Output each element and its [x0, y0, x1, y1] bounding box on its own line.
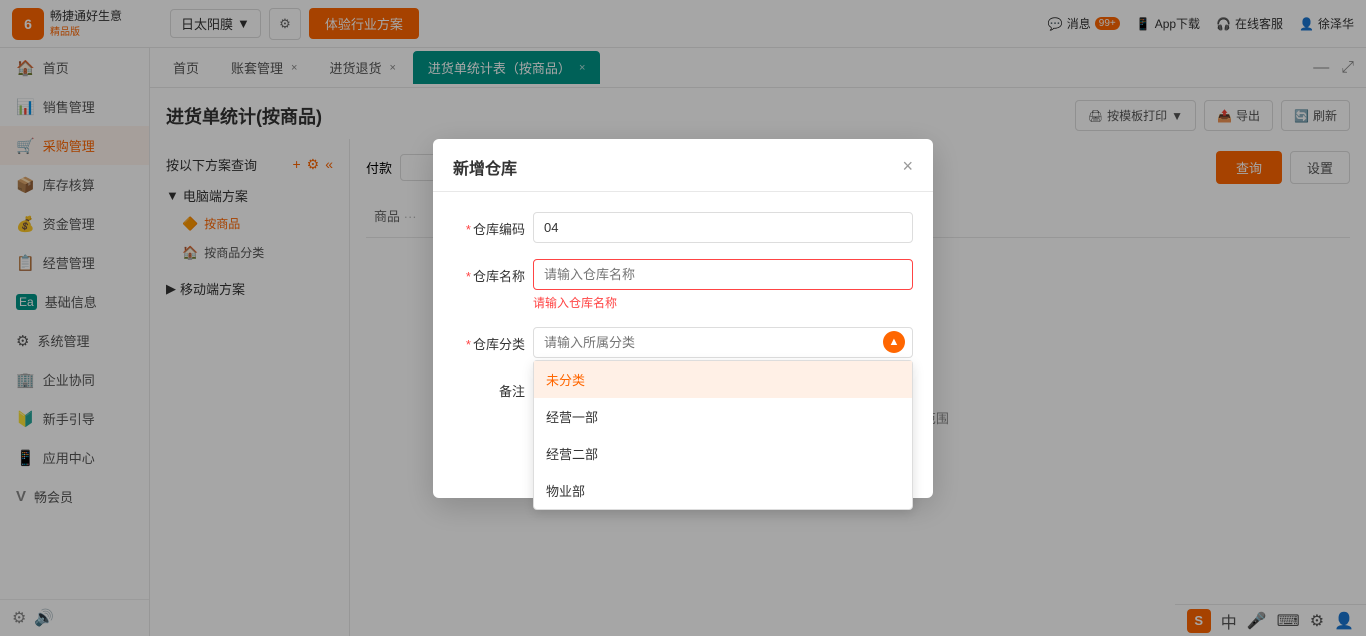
- category-dropdown-toggle[interactable]: ▲: [883, 331, 905, 353]
- code-field: [533, 212, 913, 243]
- code-label: 仓库编码: [453, 212, 533, 238]
- modal-title: 新增仓库: [453, 155, 517, 179]
- form-row-code: 仓库编码: [453, 212, 913, 243]
- name-label: 仓库名称: [453, 259, 533, 285]
- category-input[interactable]: [533, 327, 913, 358]
- modal-add-warehouse: 新增仓库 × 仓库编码 仓库名称 请输入仓库名称 仓库分类: [433, 139, 933, 498]
- category-field: ▲ 未分类 经营一部 经营二部 物业部: [533, 327, 913, 358]
- name-error-msg: 请输入仓库名称: [533, 294, 913, 311]
- dropdown-item-dept2[interactable]: 经营二部: [534, 435, 912, 472]
- dropdown-item-unclassified[interactable]: 未分类: [534, 361, 912, 398]
- category-dropdown: 未分类 经营一部 经营二部 物业部: [533, 360, 913, 510]
- modal-body: 仓库编码 仓库名称 请输入仓库名称 仓库分类 ▲: [433, 192, 933, 437]
- dropdown-item-property[interactable]: 物业部: [534, 472, 912, 509]
- modal-overlay[interactable]: 新增仓库 × 仓库编码 仓库名称 请输入仓库名称 仓库分类: [0, 0, 1366, 636]
- name-input[interactable]: [533, 259, 913, 290]
- category-label: 仓库分类: [453, 327, 533, 353]
- form-row-category: 仓库分类 ▲ 未分类 经营一部 经营二部 物业部: [453, 327, 913, 358]
- code-input[interactable]: [533, 212, 913, 243]
- name-field: 请输入仓库名称: [533, 259, 913, 311]
- remark-label: 备注: [453, 374, 533, 400]
- modal-close-button[interactable]: ×: [902, 156, 913, 177]
- modal-header: 新增仓库 ×: [433, 139, 933, 192]
- dropdown-item-dept1[interactable]: 经营一部: [534, 398, 912, 435]
- form-row-name: 仓库名称 请输入仓库名称: [453, 259, 913, 311]
